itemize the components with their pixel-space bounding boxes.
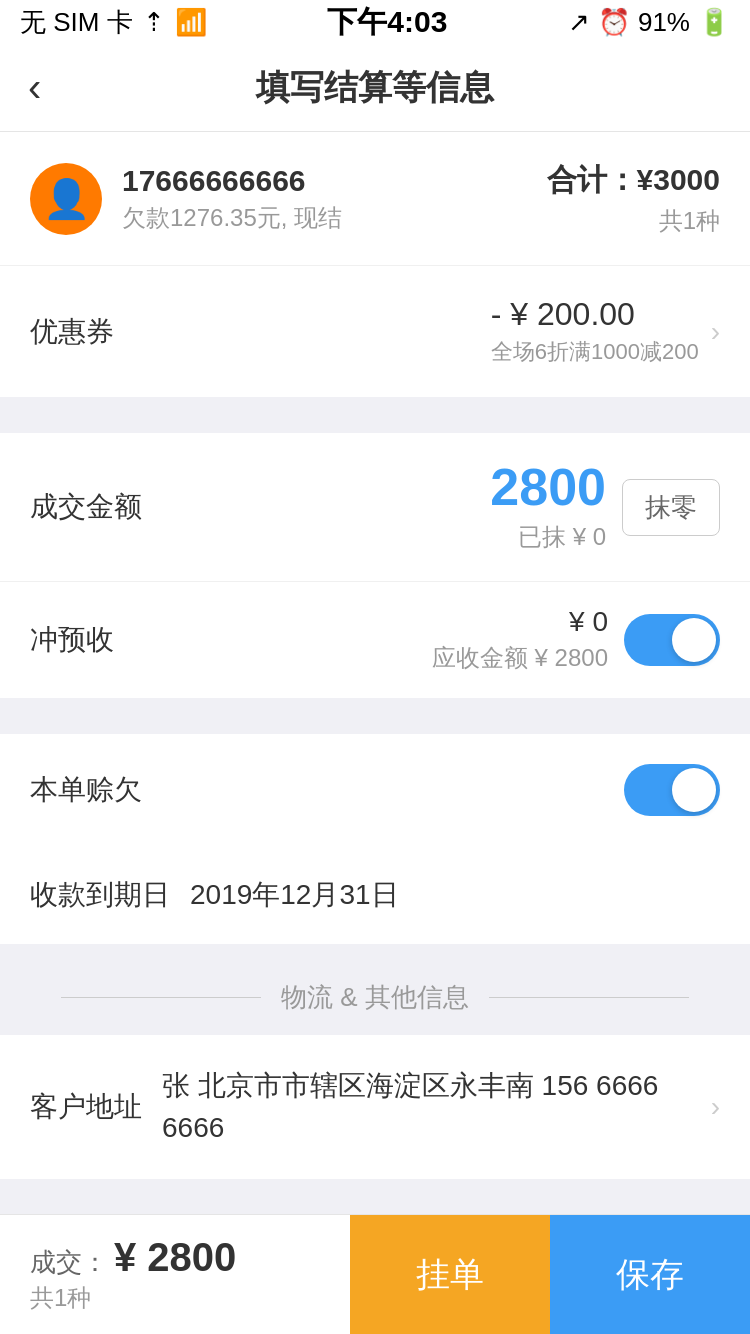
coupon-right: - ¥ 200.00 全场6折满1000减200 › — [491, 296, 720, 367]
precharge-sub: 应收金额 ¥ 2800 — [432, 642, 608, 674]
nav-bar: ‹ 填写结算等信息 — [0, 44, 750, 132]
battery-label: 91% — [638, 7, 690, 38]
toggle-knob — [672, 618, 716, 662]
user-info: 17666666666 欠款1276.35元, 现结 — [122, 164, 342, 234]
deal-right: 2800 已抹 ¥ 0 抹零 — [490, 461, 720, 553]
gray-divider-2 — [0, 714, 750, 734]
deal-section: 成交金额 2800 已抹 ¥ 0 抹零 冲预收 ¥ 0 应收金额 ¥ 2800 — [0, 433, 750, 698]
duedate-row: 收款到期日 2019年12月31日 — [0, 846, 750, 944]
single-debt-row: 本单赊欠 — [0, 734, 750, 846]
status-time: 下午4:03 — [327, 2, 447, 43]
deal-amount-label: 成交金额 — [30, 488, 142, 526]
duedate-label: 收款到期日 — [30, 876, 170, 914]
bottom-info: 成交： ¥ 2800 共1种 — [0, 1235, 350, 1314]
hang-button[interactable]: 挂单 — [350, 1215, 550, 1335]
page-title: 填写结算等信息 — [256, 65, 494, 111]
logistics-label: 物流 & 其他信息 — [281, 980, 469, 1015]
back-button[interactable]: ‹ — [28, 65, 41, 110]
status-right: ↗ ⏰ 91% 🔋 — [568, 7, 730, 38]
precharge-row: 冲预收 ¥ 0 应收金额 ¥ 2800 — [0, 581, 750, 698]
avatar: 👤 — [30, 163, 102, 235]
save-button[interactable]: 保存 — [550, 1215, 750, 1335]
status-left: 无 SIM 卡 ⇡ 📶 — [20, 5, 207, 40]
bottom-bar: 成交： ¥ 2800 共1种 挂单 保存 — [0, 1214, 750, 1334]
precharge-label: 冲预收 — [30, 621, 114, 659]
duedate-value: 2019年12月31日 — [190, 876, 399, 914]
deal-amount-sub: 已抹 ¥ 0 — [490, 521, 606, 553]
divider-line-left — [61, 997, 261, 998]
wifi-icon: ⇡ — [143, 7, 165, 38]
user-sub: 欠款1276.35元, 现结 — [122, 202, 342, 234]
coupon-row[interactable]: 优惠券 - ¥ 200.00 全场6折满1000减200 › — [0, 265, 750, 397]
user-phone: 17666666666 — [122, 164, 342, 198]
user-left: 👤 17666666666 欠款1276.35元, 现结 — [30, 163, 342, 235]
address-label: 客户地址 — [30, 1088, 142, 1126]
single-debt-section: 本单赊欠 收款到期日 2019年12月31日 — [0, 734, 750, 944]
user-row: 👤 17666666666 欠款1276.35元, 现结 合计：¥3000 共1… — [0, 132, 750, 265]
address-value: 张 北京市市辖区海淀区永丰南 156 6666 6666 — [162, 1065, 691, 1149]
bottom-deal-label: 成交： — [30, 1245, 108, 1280]
deal-amount-value: 2800 — [490, 461, 606, 513]
avatar-icon: 👤 — [43, 177, 90, 221]
divider-line-right — [489, 997, 689, 998]
gray-divider-1 — [0, 413, 750, 433]
precharge-amount: ¥ 0 — [432, 606, 608, 638]
single-debt-label: 本单赊欠 — [30, 771, 142, 809]
total-amount: 合计：¥3000 — [547, 160, 720, 201]
logistics-divider: 物流 & 其他信息 — [0, 960, 750, 1035]
user-info-section: 👤 17666666666 欠款1276.35元, 现结 合计：¥3000 共1… — [0, 132, 750, 397]
battery-icon: 🔋 — [698, 7, 730, 38]
address-chevron-icon: › — [711, 1091, 720, 1123]
status-bar: 无 SIM 卡 ⇡ 📶 下午4:03 ↗ ⏰ 91% 🔋 — [0, 0, 750, 44]
location-icon: ↗ — [568, 7, 590, 38]
round-zero-button[interactable]: 抹零 — [622, 479, 720, 536]
deal-amount-row: 成交金额 2800 已抹 ¥ 0 抹零 — [0, 433, 750, 581]
bottom-deal-amount: ¥ 2800 — [114, 1235, 236, 1280]
address-section: 客户地址 张 北京市市辖区海淀区永丰南 156 6666 6666 › — [0, 1035, 750, 1179]
sim-label: 无 SIM 卡 — [20, 5, 133, 40]
coupon-chevron-icon: › — [711, 316, 720, 348]
coupon-label: 优惠券 — [30, 313, 114, 351]
user-total: 合计：¥3000 共1种 — [547, 160, 720, 237]
coupon-amount: - ¥ 200.00 — [491, 296, 699, 333]
single-debt-toggle[interactable] — [624, 764, 720, 816]
coupon-sub: 全场6折满1000减200 — [491, 337, 699, 367]
address-row[interactable]: 客户地址 张 北京市市辖区海淀区永丰南 156 6666 6666 › — [0, 1035, 750, 1179]
single-debt-toggle-knob — [672, 768, 716, 812]
precharge-toggle[interactable] — [624, 614, 720, 666]
wifi-signal: 📶 — [175, 7, 207, 38]
bottom-deal-count: 共1种 — [30, 1282, 320, 1314]
alarm-icon: ⏰ — [598, 7, 630, 38]
total-sub: 共1种 — [547, 205, 720, 237]
